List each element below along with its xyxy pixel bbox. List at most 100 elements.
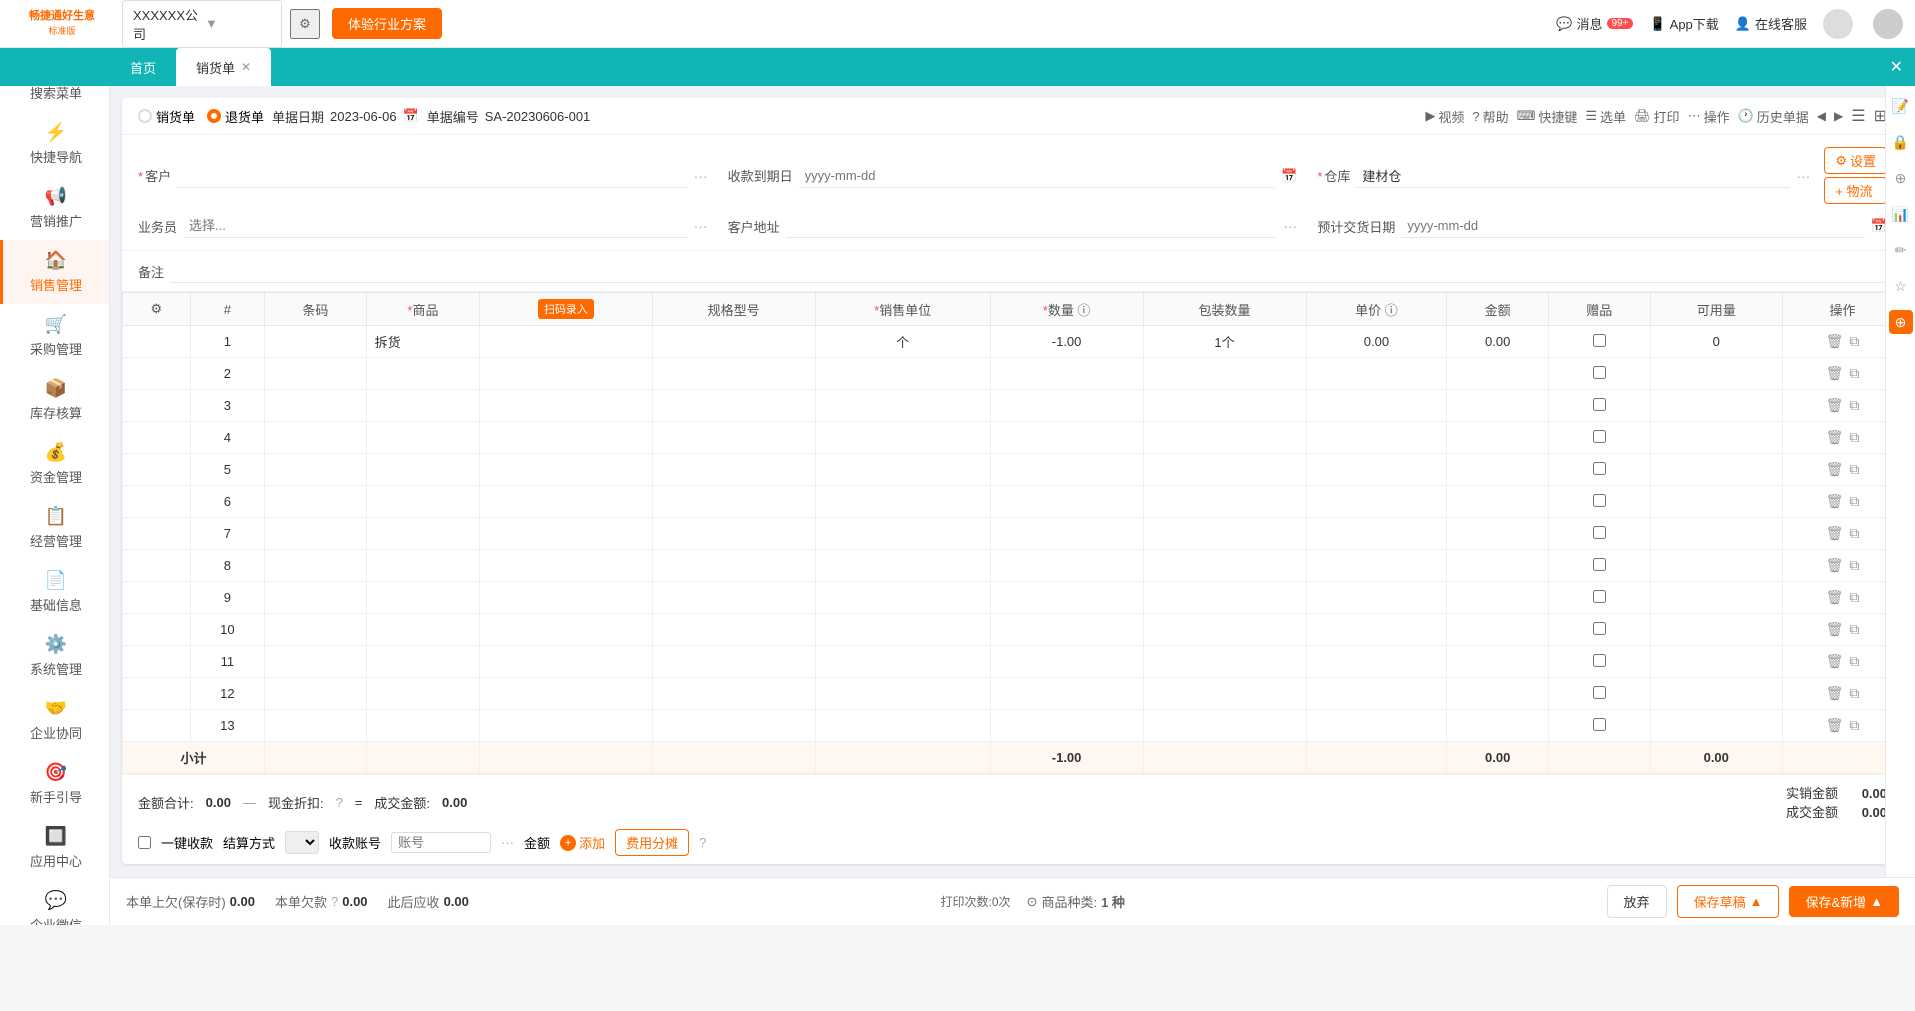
row-barcode[interactable]: [265, 678, 367, 710]
row-unit[interactable]: [815, 422, 990, 454]
row-price[interactable]: [1306, 710, 1447, 742]
date-calendar-icon[interactable]: 📅: [403, 108, 419, 124]
sidebar-item-quick-nav[interactable]: ⚡ 快捷导航: [0, 112, 109, 176]
salesperson-input[interactable]: [183, 214, 688, 238]
save-draft-button[interactable]: 保存草稿 ▲: [1677, 885, 1780, 918]
th-scan[interactable]: 扫码录入: [480, 293, 652, 326]
row-copy-icon[interactable]: ⧉: [1849, 333, 1859, 350]
row-unit[interactable]: 个: [815, 326, 990, 358]
row-qty[interactable]: [990, 678, 1143, 710]
row-qty[interactable]: [990, 358, 1143, 390]
right-panel-icon-1[interactable]: 📝: [1889, 94, 1913, 118]
row-qty[interactable]: [990, 390, 1143, 422]
row-barcode[interactable]: [265, 486, 367, 518]
row-copy-icon[interactable]: ⧉: [1849, 365, 1859, 382]
sidebar-item-system[interactable]: ⚙️ 系统管理: [0, 624, 109, 688]
row-barcode[interactable]: [265, 646, 367, 678]
tab-home[interactable]: 首页: [110, 48, 176, 86]
row-product[interactable]: [366, 454, 480, 486]
row-pack-qty[interactable]: [1143, 710, 1306, 742]
row-price[interactable]: 0.00: [1306, 326, 1447, 358]
tab-close-icon[interactable]: ✕: [241, 60, 251, 74]
row-amount[interactable]: [1447, 614, 1549, 646]
row-spec[interactable]: [652, 358, 815, 390]
row-qty[interactable]: [990, 422, 1143, 454]
help-icon-owed[interactable]: ?: [331, 894, 338, 909]
toolbar-print-btn[interactable]: 🖨 打印: [1634, 107, 1680, 126]
row-price[interactable]: [1306, 454, 1447, 486]
row-qty[interactable]: [990, 550, 1143, 582]
row-pack-qty[interactable]: [1143, 422, 1306, 454]
message-button[interactable]: 💬 消息 99+: [1556, 14, 1633, 33]
radio-return-order[interactable]: 退货单: [207, 107, 264, 126]
row-barcode[interactable]: [265, 550, 367, 582]
row-spec[interactable]: [652, 518, 815, 550]
row-spec[interactable]: [652, 550, 815, 582]
toolbar-select-btn[interactable]: ☰ 选单: [1585, 107, 1626, 126]
sidebar-item-marketing[interactable]: 📢 营销推广: [0, 176, 109, 240]
notes-input[interactable]: [170, 259, 1887, 283]
sidebar-item-inventory[interactable]: 📦 库存核算: [0, 368, 109, 432]
right-panel-icon-5[interactable]: ✏: [1889, 238, 1913, 262]
row-spec[interactable]: [652, 486, 815, 518]
tab-sales-order[interactable]: 销货单 ✕: [176, 48, 271, 86]
row-delete-icon[interactable]: 🗑: [1826, 493, 1844, 510]
row-unit[interactable]: [815, 390, 990, 422]
row-amount[interactable]: [1447, 678, 1549, 710]
row-gift[interactable]: [1548, 518, 1650, 550]
row-gift[interactable]: [1548, 710, 1650, 742]
toolbar-operations-btn[interactable]: ⋯ 操作: [1688, 107, 1730, 126]
row-delete-icon[interactable]: 🗑: [1826, 461, 1844, 478]
row-product[interactable]: [366, 582, 480, 614]
row-delete-icon[interactable]: 🗑: [1826, 653, 1844, 670]
row-amount[interactable]: [1447, 646, 1549, 678]
sidebar-item-appstore[interactable]: 🔲 应用中心: [0, 816, 109, 880]
row-pack-qty[interactable]: [1143, 582, 1306, 614]
row-amount[interactable]: [1447, 390, 1549, 422]
row-delete-icon[interactable]: 🗑: [1826, 397, 1844, 414]
row-delete-icon[interactable]: 🗑: [1826, 557, 1844, 574]
row-pack-qty[interactable]: [1143, 454, 1306, 486]
th-config[interactable]: ⚙: [123, 293, 191, 326]
row-barcode[interactable]: [265, 454, 367, 486]
row-qty[interactable]: [990, 614, 1143, 646]
row-pack-qty[interactable]: [1143, 678, 1306, 710]
row-product[interactable]: 拆货: [366, 326, 480, 358]
row-delete-icon[interactable]: 🗑: [1826, 717, 1844, 734]
row-barcode[interactable]: [265, 518, 367, 550]
discard-button[interactable]: 放弃: [1607, 885, 1667, 918]
row-unit[interactable]: [815, 710, 990, 742]
sidebar-item-basics[interactable]: 📄 基础信息: [0, 560, 109, 624]
row-copy-icon[interactable]: ⧉: [1849, 653, 1859, 670]
row-pack-qty[interactable]: 1个: [1143, 326, 1306, 358]
app-download-button[interactable]: 📱 App下载: [1649, 14, 1718, 33]
row-product[interactable]: [366, 646, 480, 678]
row-qty[interactable]: [990, 582, 1143, 614]
row-barcode[interactable]: [265, 710, 367, 742]
row-copy-icon[interactable]: ⧉: [1849, 493, 1859, 510]
sidebar-item-enterprise[interactable]: 🤝 企业协同: [0, 688, 109, 752]
toolbar-help-btn[interactable]: ? 帮助: [1472, 107, 1508, 126]
company-selector[interactable]: XXXXXX公司 ▼: [122, 0, 282, 48]
row-product[interactable]: [366, 678, 480, 710]
row-gift[interactable]: [1548, 678, 1650, 710]
row-pack-qty[interactable]: [1143, 646, 1306, 678]
row-amount[interactable]: 0.00: [1447, 326, 1549, 358]
row-amount[interactable]: [1447, 454, 1549, 486]
row-pack-qty[interactable]: [1143, 614, 1306, 646]
row-barcode[interactable]: [265, 326, 367, 358]
row-spec[interactable]: [652, 454, 815, 486]
sidebar-item-operations[interactable]: 📋 经营管理: [0, 496, 109, 560]
row-barcode[interactable]: [265, 358, 367, 390]
avatar[interactable]: [1823, 9, 1853, 39]
toolbar-next-btn[interactable]: ▶: [1834, 109, 1843, 123]
row-gift[interactable]: [1548, 614, 1650, 646]
fee-help-icon[interactable]: ?: [699, 835, 706, 850]
sidebar-item-sales[interactable]: 🏠 销售管理: [0, 240, 109, 304]
row-gift[interactable]: [1548, 454, 1650, 486]
user-dropdown[interactable]: [1873, 9, 1903, 39]
row-gift[interactable]: [1548, 358, 1650, 390]
row-price[interactable]: [1306, 582, 1447, 614]
row-copy-icon[interactable]: ⧉: [1849, 525, 1859, 542]
form-settings-button[interactable]: ⚙ 设置: [1824, 147, 1887, 174]
